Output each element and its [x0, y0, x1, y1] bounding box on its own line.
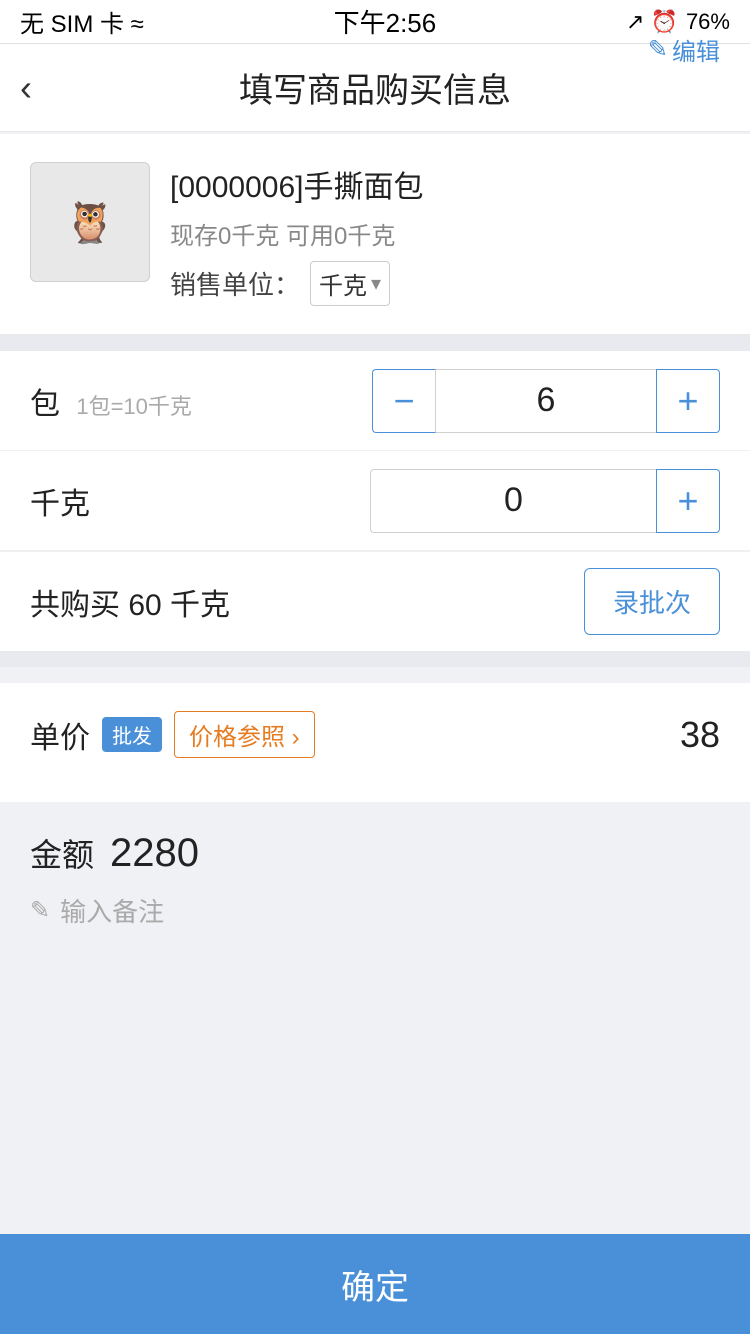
- unit-dropdown[interactable]: 千克: [310, 261, 390, 306]
- kg-label: 千克: [30, 479, 370, 523]
- price-ref-button[interactable]: 价格参照 ›: [174, 711, 315, 758]
- unit-label: 销售单位：: [170, 265, 300, 302]
- amount-value: 2280: [110, 831, 199, 876]
- product-stock: 现存0千克 可用0千克: [170, 216, 720, 251]
- bag-input-row: 包 1包=10千克 − +: [0, 351, 750, 451]
- plus-icon: +: [677, 380, 698, 422]
- status-left: 无 SIM 卡 ≈: [20, 4, 144, 39]
- bag-hint: 1包=10千克: [76, 394, 192, 419]
- battery-icon: ↗ ⏰: [626, 9, 678, 35]
- amount-label: 金额: [30, 830, 94, 876]
- pencil-icon: ✎: [30, 896, 50, 925]
- price-row: 单价 批发 价格参照 › 38: [30, 711, 720, 758]
- kg-qty-control: +: [370, 469, 720, 533]
- total-row: 共购买 60 千克 录批次: [0, 551, 750, 651]
- section-divider-1: [0, 335, 750, 351]
- confirm-button[interactable]: 确定: [0, 1234, 750, 1334]
- status-bar: 无 SIM 卡 ≈ 下午2:56 ↗ ⏰ 76%: [0, 0, 750, 44]
- product-image: 🦉: [30, 162, 150, 282]
- sim-status: 无 SIM 卡 ≈: [20, 4, 144, 39]
- page-title: 填写商品购买信息: [239, 63, 511, 112]
- kg-plus-icon: +: [677, 480, 698, 522]
- price-ref-label: 价格参照 ›: [189, 717, 300, 752]
- price-left: 单价 批发 价格参照 ›: [30, 711, 315, 758]
- bag-qty-input[interactable]: [436, 369, 656, 433]
- edit-label: 编辑: [672, 32, 720, 67]
- kg-qty-input[interactable]: [370, 469, 656, 533]
- back-icon: ‹: [20, 67, 32, 109]
- total-text: 共购买 60 千克: [30, 580, 230, 624]
- status-time: 下午2:56: [334, 3, 437, 40]
- amount-section: 金额 2280 ✎ 输入备注: [0, 802, 750, 949]
- price-section: 单价 批发 价格参照 › 38: [0, 683, 750, 802]
- nav-bar: ‹ 填写商品购买信息: [0, 44, 750, 132]
- record-batch-button[interactable]: 录批次: [584, 568, 720, 635]
- minus-icon: −: [393, 380, 414, 422]
- amount-row: 金额 2280: [30, 830, 720, 876]
- back-button[interactable]: ‹: [20, 67, 32, 109]
- input-section: 包 1包=10千克 − + 千克 + 共购买 60 千克 录批次: [0, 351, 750, 651]
- status-right: ↗ ⏰ 76%: [626, 9, 730, 35]
- product-name: [0000006]手撕面包: [170, 162, 720, 206]
- remark-row[interactable]: ✎ 输入备注: [30, 892, 720, 929]
- price-value: 38: [680, 714, 720, 756]
- bag-plus-button[interactable]: +: [656, 369, 720, 433]
- price-label: 单价: [30, 713, 90, 757]
- product-card: 🦉 [0000006]手撕面包 现存0千克 可用0千克 销售单位： 千克 ✎ 编…: [0, 134, 750, 335]
- price-badge: 批发: [102, 717, 162, 752]
- bag-minus-button[interactable]: −: [372, 369, 436, 433]
- edit-button[interactable]: ✎ 编辑: [648, 32, 720, 67]
- bag-label: 包 1包=10千克: [30, 379, 372, 423]
- battery-level: 76%: [686, 9, 730, 35]
- product-info: [0000006]手撕面包 现存0千克 可用0千克 销售单位： 千克: [170, 162, 720, 306]
- edit-icon: ✎: [648, 35, 668, 64]
- section-divider-2: [0, 651, 750, 667]
- empty-area: [0, 949, 750, 1249]
- kg-plus-button[interactable]: +: [656, 469, 720, 533]
- product-icon: 🦉: [65, 199, 115, 246]
- remark-placeholder: 输入备注: [60, 892, 164, 929]
- kg-input-row: 千克 +: [0, 451, 750, 551]
- bag-qty-control: − +: [372, 369, 720, 433]
- product-unit-row: 销售单位： 千克: [170, 261, 720, 306]
